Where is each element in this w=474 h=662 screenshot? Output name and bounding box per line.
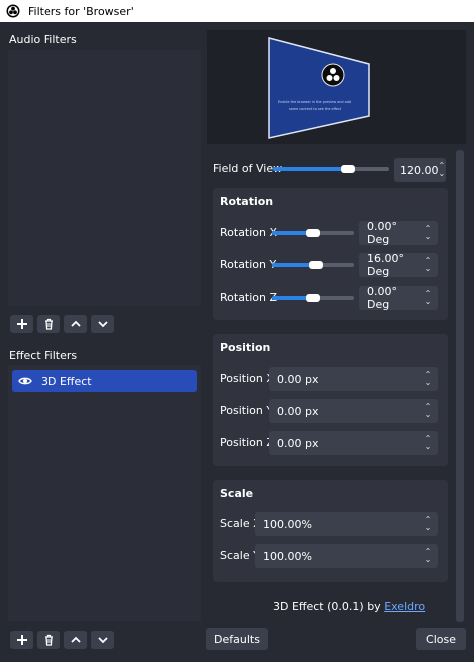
rotation-z-label: Rotation Z: [220, 291, 278, 304]
audio-filters-label: Audio Filters: [9, 33, 77, 46]
scale-x-value[interactable]: 100.00%: [255, 518, 422, 531]
obs-logo-icon: [321, 63, 345, 87]
move-audio-filter-down-button[interactable]: [91, 315, 114, 333]
position-y-value[interactable]: 0.00 px: [269, 405, 422, 418]
field-of-view-slider-fill: [273, 167, 349, 171]
move-audio-filter-up-button[interactable]: [64, 315, 87, 333]
rotation-y-label: Rotation Y: [220, 258, 277, 271]
rotation-x-slider[interactable]: [272, 229, 354, 237]
preview-text-line-1: Enable the browser in the preview and ad…: [278, 100, 351, 104]
rotation-z-spinbox[interactable]: 0.00° Deg ⌃ ⌄: [359, 285, 438, 311]
position-group-title: Position: [220, 341, 271, 354]
position-x-value[interactable]: 0.00 px: [269, 373, 422, 386]
rotation-z-slider[interactable]: [272, 294, 354, 302]
add-audio-filter-button[interactable]: [10, 315, 33, 333]
rotation-y-value[interactable]: 16.00° Deg: [359, 252, 422, 278]
position-x-spinbox[interactable]: 0.00 px ⌃ ⌄: [269, 367, 438, 391]
scale-x-spinbox[interactable]: 100.00% ⌃ ⌄: [255, 512, 438, 536]
effect-filter-item-3d-effect[interactable]: 3D Effect: [12, 370, 197, 392]
obs-logo-icon: [6, 4, 20, 18]
field-of-view-slider-handle[interactable]: [341, 165, 356, 173]
rotation-x-spinbox[interactable]: 0.00° Deg ⌃ ⌄: [359, 220, 438, 246]
rotation-z-slider-handle[interactable]: [306, 294, 320, 302]
rotation-x-label: Rotation X: [220, 226, 278, 239]
filter-preview: Enable the browser in the preview and ad…: [207, 30, 466, 144]
spin-arrows-icon[interactable]: ⌃ ⌄: [422, 257, 434, 273]
remove-effect-filter-button[interactable]: [37, 631, 60, 649]
preview-canvas: Enable the browser in the preview and ad…: [268, 37, 370, 139]
spin-arrows-icon[interactable]: ⌃ ⌄: [422, 516, 434, 532]
plugin-info: 3D Effect (0.0.1) by Exeldro: [273, 600, 425, 613]
move-effect-filter-up-button[interactable]: [64, 631, 87, 649]
position-z-spinbox[interactable]: 0.00 px ⌃ ⌄: [269, 431, 438, 455]
plus-icon: [16, 635, 27, 645]
spin-arrows-icon[interactable]: ⌃ ⌄: [422, 548, 434, 564]
position-y-spinbox[interactable]: 0.00 px ⌃ ⌄: [269, 399, 438, 423]
field-of-view-spinbox[interactable]: 120.00 ⌃ ⌄: [394, 158, 446, 182]
rotation-x-value[interactable]: 0.00° Deg: [359, 220, 422, 246]
position-z-label: Position Z: [220, 436, 274, 449]
chevron-up-icon: [70, 320, 81, 327]
position-x-label: Position X: [220, 372, 274, 385]
scale-y-value[interactable]: 100.00%: [255, 550, 422, 563]
spin-arrows-icon[interactable]: ⌃ ⌄: [422, 403, 434, 419]
effect-filters-list[interactable]: 3D Effect: [8, 365, 201, 621]
properties-scrollbar[interactable]: [456, 150, 464, 622]
title-bar: Filters for 'Browser': [0, 0, 474, 22]
move-effect-filter-down-button[interactable]: [91, 631, 114, 649]
rotation-y-spinbox[interactable]: 16.00° Deg ⌃ ⌄: [359, 252, 438, 278]
audio-filters-list[interactable]: [8, 50, 201, 306]
close-button[interactable]: Close: [416, 628, 466, 650]
trash-icon: [44, 634, 53, 646]
eye-icon[interactable]: [18, 376, 32, 386]
add-effect-filter-button[interactable]: [10, 631, 33, 649]
field-of-view-label: Field of View: [213, 162, 283, 175]
trash-icon: [44, 318, 53, 330]
plugin-info-text: 3D Effect (0.0.1) by: [273, 600, 381, 613]
remove-audio-filter-button[interactable]: [37, 315, 60, 333]
field-of-view-value[interactable]: 120.00: [394, 164, 439, 177]
scale-y-label: Scale Y: [220, 549, 260, 562]
rotation-z-value[interactable]: 0.00° Deg: [359, 285, 422, 311]
scale-y-spinbox[interactable]: 100.00% ⌃ ⌄: [255, 544, 438, 568]
chevron-up-icon: [70, 636, 81, 643]
plus-icon: [16, 319, 27, 329]
plugin-author-link[interactable]: Exeldro: [384, 600, 425, 613]
field-of-view-slider[interactable]: [273, 165, 389, 173]
rotation-y-slider[interactable]: [272, 261, 354, 269]
rotation-y-slider-handle[interactable]: [309, 261, 324, 269]
effect-filters-label: Effect Filters: [9, 349, 78, 362]
defaults-button[interactable]: Defaults: [206, 628, 268, 650]
preview-text-line-2: some content to see the effect: [289, 107, 342, 111]
rotation-x-slider-handle[interactable]: [306, 229, 320, 237]
spin-arrows-icon[interactable]: ⌃ ⌄: [422, 435, 434, 451]
position-z-value[interactable]: 0.00 px: [269, 437, 422, 450]
spin-arrows-icon[interactable]: ⌃ ⌄: [422, 290, 434, 306]
scale-group-title: Scale: [220, 487, 254, 500]
spin-arrows-icon[interactable]: ⌃ ⌄: [439, 162, 446, 178]
spin-arrows-icon[interactable]: ⌃ ⌄: [422, 225, 434, 241]
chevron-down-icon: [97, 321, 108, 328]
window-title: Filters for 'Browser': [28, 4, 134, 18]
effect-filter-item-label: 3D Effect: [41, 374, 92, 388]
chevron-down-icon: [97, 637, 108, 644]
spin-arrows-icon[interactable]: ⌃ ⌄: [422, 371, 434, 387]
rotation-group-title: Rotation: [220, 195, 274, 208]
position-y-label: Position Y: [220, 404, 274, 417]
